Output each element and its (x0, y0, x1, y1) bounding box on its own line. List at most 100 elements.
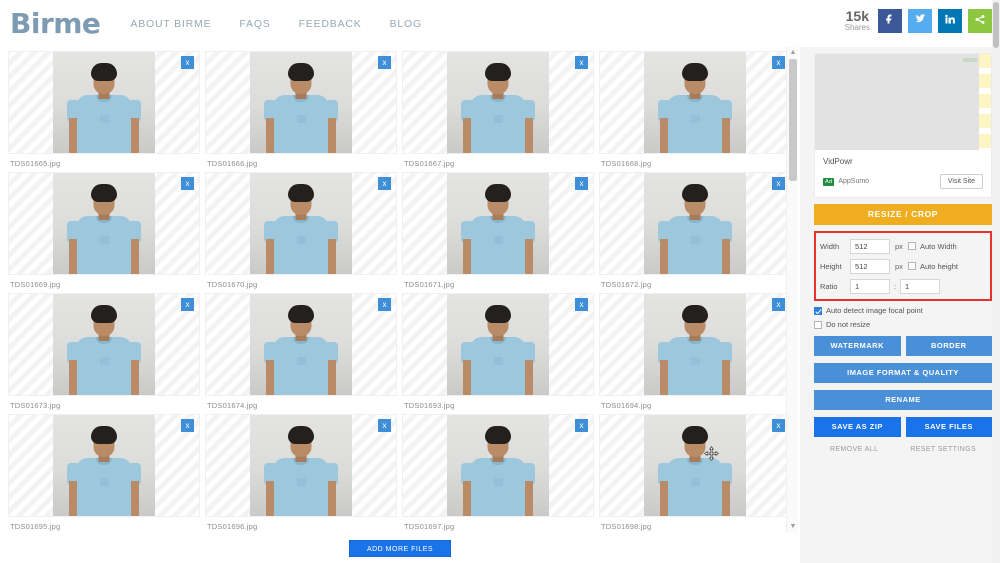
page-scrollbar-thumb[interactable] (993, 2, 999, 48)
photo-preview[interactable] (644, 52, 746, 153)
image-thumbnail[interactable]: x (402, 293, 594, 396)
image-tile[interactable]: x TDS01669.jpg (8, 172, 200, 289)
photo-preview[interactable] (644, 415, 746, 516)
auto-width-checkbox-group[interactable]: Auto Width (908, 242, 957, 251)
image-thumbnail[interactable]: x (8, 51, 200, 154)
remove-image-button[interactable]: x (378, 177, 391, 190)
remove-image-button[interactable]: x (378, 56, 391, 69)
image-tile[interactable]: x TDS01694.jpg (599, 293, 791, 410)
height-input[interactable] (850, 258, 890, 274)
focal-point-option[interactable]: Auto detect image focal point (814, 306, 992, 315)
remove-image-button[interactable]: x (575, 419, 588, 432)
image-tile[interactable]: x TDS01667.jpg (402, 51, 594, 168)
auto-height-checkbox[interactable] (908, 262, 916, 270)
image-thumbnail[interactable]: x (402, 414, 594, 517)
photo-preview[interactable] (250, 173, 352, 274)
grid-scroll-up-arrow[interactable]: ▲ (789, 49, 797, 57)
grid-scrollbar[interactable]: ▲ ▼ (786, 47, 798, 533)
remove-all-link[interactable]: REMOVE ALL (830, 446, 878, 453)
reset-settings-link[interactable]: RESET SETTINGS (910, 446, 976, 453)
remove-image-button[interactable]: x (772, 298, 785, 311)
nav-item-feedback[interactable]: FEEDBACK (299, 18, 362, 30)
remove-image-button[interactable]: x (378, 419, 391, 432)
do-not-resize-checkbox[interactable] (814, 320, 822, 329)
image-tile[interactable]: x TDS01666.jpg (205, 51, 397, 168)
border-button[interactable]: BORDER (905, 336, 992, 356)
photo-preview[interactable] (53, 52, 155, 153)
ad-image[interactable] (815, 54, 991, 150)
image-tile[interactable]: x TDS01670.jpg (205, 172, 397, 289)
resize-crop-button[interactable]: RESIZE / CROP (814, 204, 992, 225)
photo-preview[interactable] (447, 415, 549, 516)
image-tile[interactable]: x TDS01665.jpg (8, 51, 200, 168)
site-logo[interactable]: Birme (10, 7, 101, 40)
image-thumbnail[interactable]: x (599, 293, 791, 396)
facebook-share-button[interactable] (878, 9, 902, 33)
image-tile[interactable]: x TDS01696.jpg (205, 414, 397, 531)
advertisement-card[interactable]: VidPowr Ad AppSumo Visit Site (814, 53, 992, 198)
remove-image-button[interactable]: x (575, 56, 588, 69)
image-tile[interactable]: x TDS01671.jpg (402, 172, 594, 289)
remove-image-button[interactable]: x (181, 298, 194, 311)
image-thumbnail[interactable]: x (8, 172, 200, 275)
image-thumbnail[interactable]: x (8, 414, 200, 517)
nav-item-about[interactable]: ABOUT BIRME (130, 18, 211, 30)
remove-image-button[interactable]: x (181, 56, 194, 69)
ratio-height-input[interactable] (900, 278, 940, 294)
auto-height-checkbox-group[interactable]: Auto height (908, 262, 958, 271)
photo-preview[interactable] (644, 294, 746, 395)
remove-image-button[interactable]: x (378, 298, 391, 311)
image-thumbnail[interactable]: x (205, 51, 397, 154)
image-format-quality-button[interactable]: IMAGE FORMAT & QUALITY (814, 363, 992, 383)
image-thumbnail[interactable]: x (599, 172, 791, 275)
photo-preview[interactable] (250, 415, 352, 516)
linkedin-share-button[interactable] (938, 9, 962, 33)
image-thumbnail[interactable]: x (599, 414, 791, 517)
save-files-button[interactable]: SAVE FILES (905, 417, 992, 437)
nav-item-blog[interactable]: BLOG (390, 18, 422, 30)
image-tile[interactable]: x TDS01673.jpg (8, 293, 200, 410)
photo-preview[interactable] (250, 294, 352, 395)
remove-image-button[interactable]: x (575, 177, 588, 190)
image-tile[interactable]: x TDS01674.jpg (205, 293, 397, 410)
image-tile[interactable]: x TDS01695.jpg (8, 414, 200, 531)
ad-title[interactable]: VidPowr (823, 157, 983, 166)
nav-item-faqs[interactable]: FAQS (239, 18, 270, 30)
image-thumbnail[interactable]: x (205, 293, 397, 396)
do-not-resize-option[interactable]: Do not resize (814, 320, 992, 329)
watermark-button[interactable]: WATERMARK (814, 336, 901, 356)
more-share-button[interactable] (968, 9, 992, 33)
image-tile[interactable]: x TDS01672.jpg (599, 172, 791, 289)
remove-image-button[interactable]: x (575, 298, 588, 311)
photo-preview[interactable] (53, 294, 155, 395)
photo-preview[interactable] (53, 173, 155, 274)
photo-preview[interactable] (250, 52, 352, 153)
image-thumbnail[interactable]: x (205, 414, 397, 517)
image-thumbnail[interactable]: x (402, 172, 594, 275)
ad-visit-site-button[interactable]: Visit Site (939, 174, 983, 189)
photo-preview[interactable] (447, 294, 549, 395)
remove-image-button[interactable]: x (772, 56, 785, 69)
photo-preview[interactable] (644, 173, 746, 274)
grid-scrollbar-thumb[interactable] (789, 59, 797, 181)
remove-image-button[interactable]: x (181, 177, 194, 190)
image-thumbnail[interactable]: x (205, 172, 397, 275)
remove-image-button[interactable]: x (772, 177, 785, 190)
page-scrollbar[interactable] (992, 0, 1000, 563)
auto-width-checkbox[interactable] (908, 242, 916, 250)
width-input[interactable] (850, 238, 890, 254)
twitter-share-button[interactable] (908, 9, 932, 33)
image-tile[interactable]: x TDS01693.jpg (402, 293, 594, 410)
photo-preview[interactable] (53, 415, 155, 516)
rename-button[interactable]: RENAME (814, 390, 992, 410)
photo-preview[interactable] (447, 173, 549, 274)
image-thumbnail[interactable]: x (8, 293, 200, 396)
remove-image-button[interactable]: x (181, 419, 194, 432)
save-as-zip-button[interactable]: SAVE AS ZIP (814, 417, 901, 437)
image-thumbnail[interactable]: x (402, 51, 594, 154)
remove-image-button[interactable]: x (772, 419, 785, 432)
image-tile[interactable]: x TDS01697.jpg (402, 414, 594, 531)
auto-focal-point-checkbox[interactable] (814, 306, 822, 315)
image-tile[interactable]: x TDS01668.jpg (599, 51, 791, 168)
image-thumbnail[interactable]: x (599, 51, 791, 154)
